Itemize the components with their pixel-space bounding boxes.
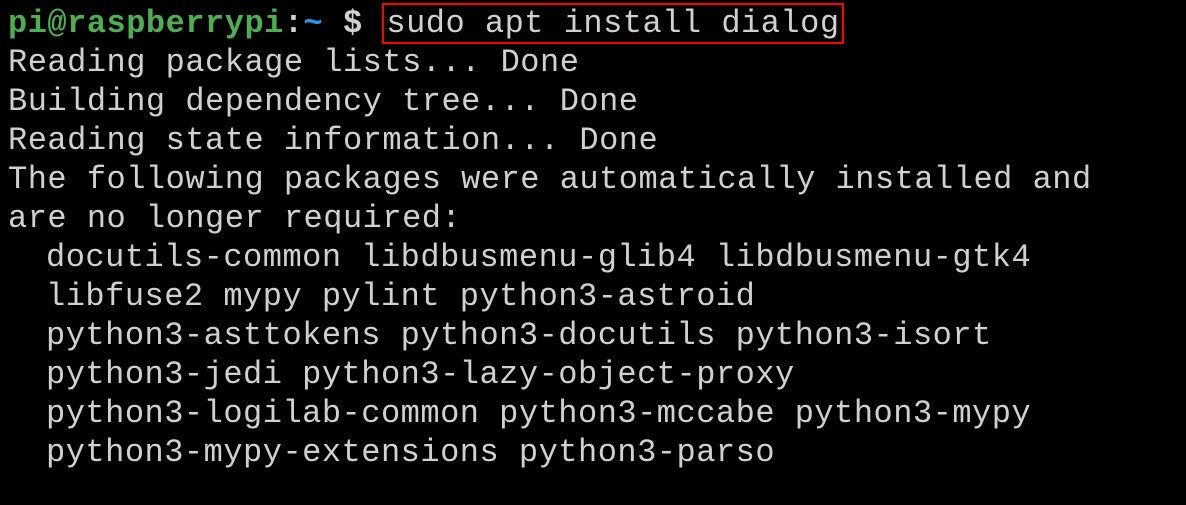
package-line: python3-jedi python3-lazy-object-proxy	[8, 355, 1178, 394]
package-line: docutils-common libdbusmenu-glib4 libdbu…	[8, 238, 1178, 277]
command-input[interactable]: sudo apt install dialog	[382, 3, 843, 44]
package-line: python3-mypy-extensions python3-parso	[8, 433, 1178, 472]
output-line: Reading state information... Done	[8, 121, 1178, 160]
package-line: libfuse2 mypy pylint python3-astroid	[8, 277, 1178, 316]
prompt-dollar: $	[323, 5, 382, 42]
package-line: python3-logilab-common python3-mccabe py…	[8, 394, 1178, 433]
output-line: are no longer required:	[8, 199, 1178, 238]
user-host: pi@raspberrypi	[8, 5, 284, 42]
output-line: Reading package lists... Done	[8, 43, 1178, 82]
separator-colon: :	[284, 5, 304, 42]
current-path: ~	[304, 5, 324, 42]
package-line: python3-asttokens python3-docutils pytho…	[8, 316, 1178, 355]
output-line: Building dependency tree... Done	[8, 82, 1178, 121]
terminal-prompt-line[interactable]: pi@raspberrypi:~ $ sudo apt install dial…	[8, 4, 1178, 43]
output-line: The following packages were automaticall…	[8, 160, 1178, 199]
